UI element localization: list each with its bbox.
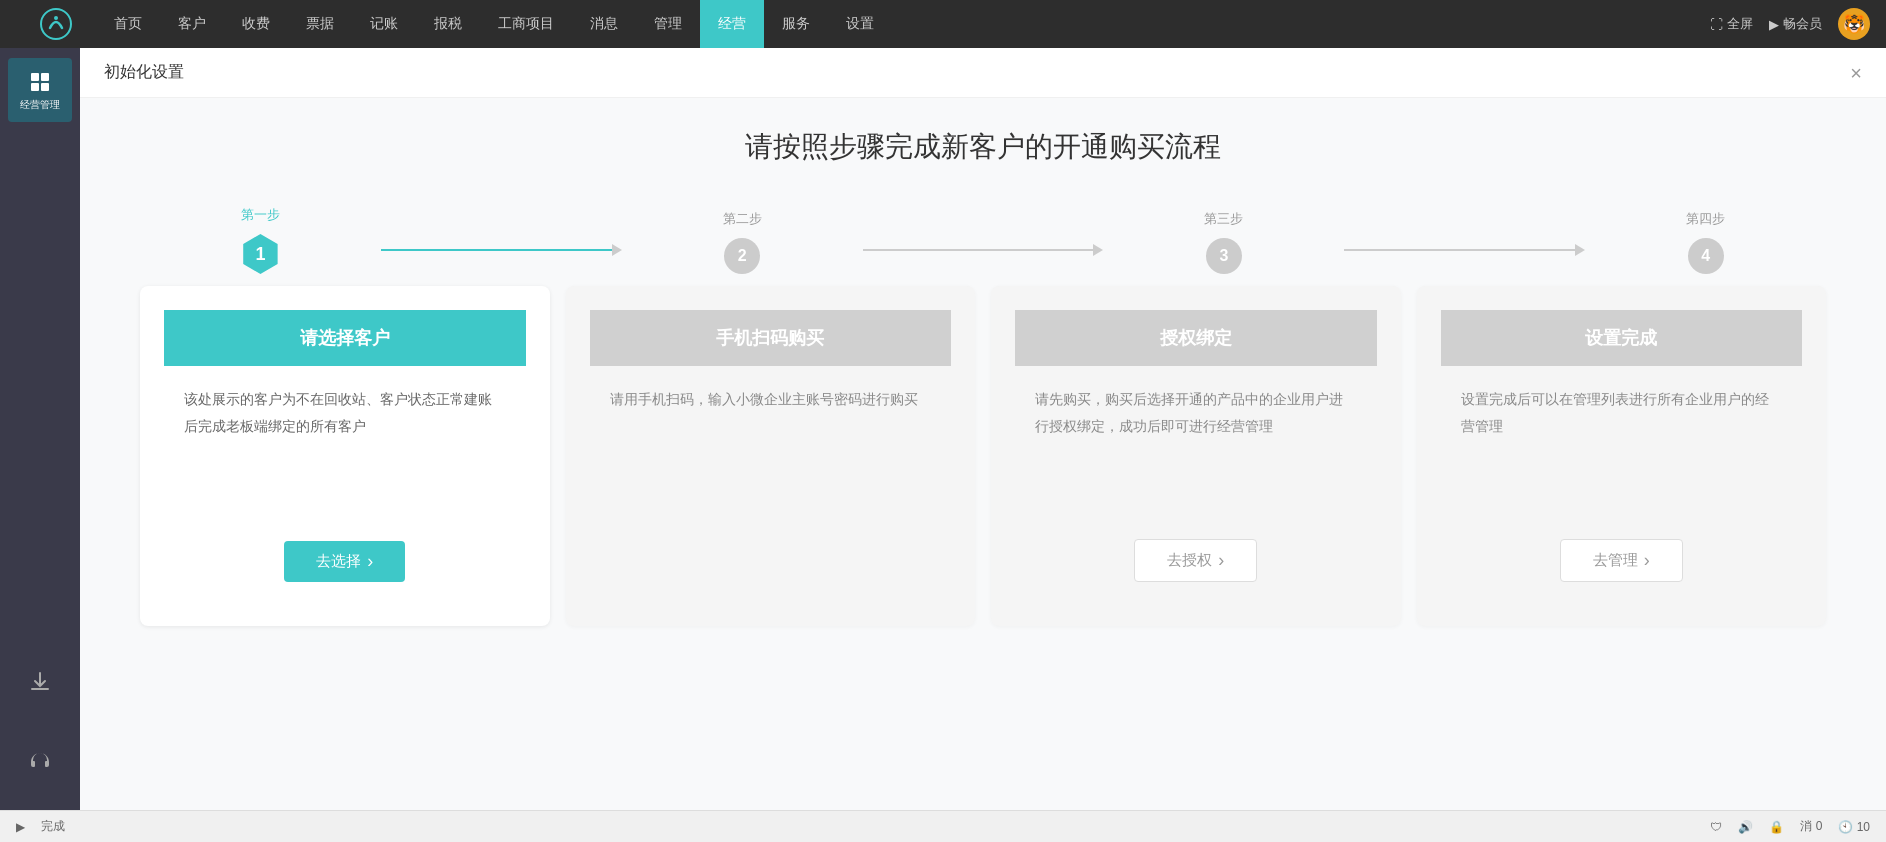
step-col-4: 第四步 4 [1585,210,1826,274]
fullscreen-button[interactable]: ⛶ 全屏 [1710,15,1753,33]
card-footer-4: 去管理 › [1441,523,1803,606]
nav-tax[interactable]: 报税 [416,0,480,48]
card-body-3: 请先购买，购买后选择开通的产品中的企业用户进行授权绑定，成功后即可进行经营管理 [1015,366,1377,523]
nav-customer[interactable]: 客户 [160,0,224,48]
page-header: 初始化设置 × [80,48,1886,98]
step-circle-1: 1 [240,234,280,274]
steps-header: 第一步 1 第二步 2 [140,206,1826,274]
member-button[interactable]: ▶ 畅会员 [1769,15,1822,33]
nav-operation[interactable]: 经营 [700,0,764,48]
go-manage-button[interactable]: 去管理 › [1560,539,1683,582]
sidebar: 经营管理 [0,48,80,810]
status-bar-right: 🛡 🔊 🔒 消 0 🕙 10 [1710,818,1870,835]
card-header-4: 设置完成 [1441,310,1803,366]
status-bar: ▶ 完成 🛡 🔊 🔒 消 0 🕙 10 [0,810,1886,842]
steps-title: 请按照步骤完成新客户的开通购买流程 [140,128,1826,166]
card-body-1: 该处展示的客户为不在回收站、客户状态正常建账后完成老板端绑定的所有客户 [164,366,526,525]
step-label-3: 第三步 [1204,210,1243,228]
step-card-2: 手机扫码购买 请用手机扫码，输入小微企业主账号密码进行购买 [566,286,976,626]
step-col-3: 第三步 3 [1103,210,1344,274]
nav-business[interactable]: 工商项目 [480,0,572,48]
shield-icon-status: 🛡 [1710,820,1722,834]
nav-menu: 首页 客户 收费 票据 记账 报税 工商项目 消息 管理 经营 服务 设置 [96,0,1710,48]
nav-fee[interactable]: 收费 [224,0,288,48]
nav-message[interactable]: 消息 [572,0,636,48]
clock-icon-status: 🕙 10 [1838,820,1870,834]
app-logo[interactable] [16,8,96,40]
volume-icon-status: 🔊 [1738,820,1753,834]
sidebar-label-operation: 经营管理 [20,98,60,111]
step-label-2: 第二步 [723,210,762,228]
play-icon: ▶ [1769,17,1779,32]
card-title-3: 授权绑定 [1160,328,1232,348]
arrow-icon-4: › [1644,550,1650,571]
card-title-1: 请选择客户 [300,328,390,348]
main-content: 初始化设置 × 请按照步骤完成新客户的开通购买流程 第一步 1 [80,48,1886,810]
status-label: 完成 [41,818,65,835]
card-body-2: 请用手机扫码，输入小微企业主账号密码进行购买 [590,366,952,606]
connector-1-2 [381,244,622,256]
nav-service[interactable]: 服务 [764,0,828,48]
svg-point-1 [54,16,58,20]
go-authorize-button[interactable]: 去授权 › [1134,539,1257,582]
svg-point-0 [41,9,71,39]
lock-icon-status: 🔒 [1769,820,1784,834]
connector-2-3 [863,244,1104,256]
svg-rect-2 [31,73,39,81]
user-avatar[interactable]: 🐯 [1838,8,1870,40]
nav-bookkeeping[interactable]: 记账 [352,0,416,48]
step-circle-2: 2 [724,238,760,274]
sidebar-download[interactable] [8,650,72,714]
step-label-1: 第一步 [241,206,280,224]
step-card-4: 设置完成 设置完成后可以在管理列表进行所有企业用户的经营管理 去管理 › [1417,286,1827,626]
card-body-4: 设置完成后可以在管理列表进行所有企业用户的经营管理 [1441,366,1803,523]
step-col-1: 第一步 1 [140,206,381,274]
page-title: 初始化设置 [104,62,184,83]
sidebar-item-operation[interactable]: 经营管理 [8,58,72,122]
top-navigation: 首页 客户 收费 票据 记账 报税 工商项目 消息 管理 经营 服务 设置 ⛶ … [0,0,1886,48]
card-title-2: 手机扫码购买 [716,328,824,348]
nav-settings[interactable]: 设置 [828,0,892,48]
fullscreen-icon: ⛶ [1710,17,1723,32]
sidebar-bottom-icons [8,650,72,810]
step-label-4: 第四步 [1686,210,1725,228]
arrow-icon-3: › [1218,550,1224,571]
step-col-2: 第二步 2 [622,210,863,274]
card-header-2: 手机扫码购买 [590,310,952,366]
nav-home[interactable]: 首页 [96,0,160,48]
close-button[interactable]: × [1850,63,1862,83]
card-header-1: 请选择客户 [164,310,526,366]
connector-3-4 [1344,244,1585,256]
card-header-3: 授权绑定 [1015,310,1377,366]
step-circle-3: 3 [1206,238,1242,274]
svg-rect-3 [41,73,49,81]
step-circle-4: 4 [1688,238,1724,274]
step-cards: 请选择客户 该处展示的客户为不在回收站、客户状态正常建账后完成老板端绑定的所有客… [140,286,1826,626]
nav-right-area: ⛶ 全屏 ▶ 畅会员 🐯 [1710,8,1870,40]
nav-manage[interactable]: 管理 [636,0,700,48]
nav-invoice[interactable]: 票据 [288,0,352,48]
main-layout: 经营管理 初始化设置 × 请按照步骤完成新客户的开通购买流程 [0,48,1886,810]
sidebar-headset[interactable] [8,730,72,794]
svg-rect-4 [31,83,39,91]
steps-container: 请按照步骤完成新客户的开通购买流程 第一步 1 第二步 [80,98,1886,810]
step-card-3: 授权绑定 请先购买，购买后选择开通的产品中的企业用户进行授权绑定，成功后即可进行… [991,286,1401,626]
arrow-icon: › [367,551,373,572]
svg-rect-5 [41,83,49,91]
go-select-button[interactable]: 去选择 › [284,541,405,582]
card-footer-1: 去选择 › [164,525,526,606]
step-card-1: 请选择客户 该处展示的客户为不在回收站、客户状态正常建账后完成老板端绑定的所有客… [140,286,550,626]
message-count-status: 消 0 [1800,818,1822,835]
card-footer-3: 去授权 › [1015,523,1377,606]
play-icon-status: ▶ [16,820,25,834]
card-title-4: 设置完成 [1585,328,1657,348]
